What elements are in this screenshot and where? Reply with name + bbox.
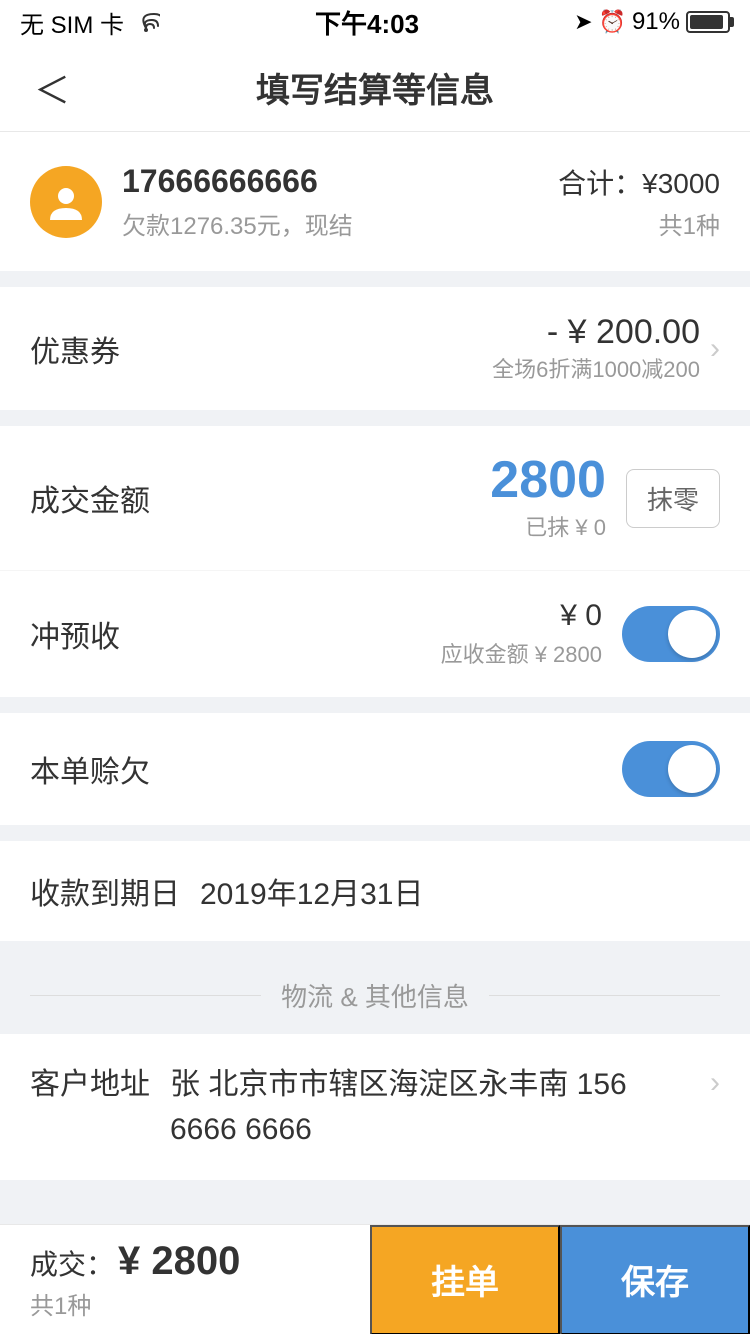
coupon-amount: - ¥ 200.00 bbox=[492, 313, 700, 352]
customer-phone: 17666666666 bbox=[122, 163, 353, 200]
address-value: 张 北京市市辖区海淀区永丰南 156 6666 6666 bbox=[170, 1062, 700, 1152]
footer-amount: ¥ 2800 bbox=[118, 1239, 240, 1284]
page-title: 填写结算等信息 bbox=[256, 63, 494, 112]
coupon-right: - ¥ 200.00 全场6折满1000减200 › bbox=[492, 313, 720, 384]
customer-card: 17666666666 欠款1276.35元，现结 合计：¥3000 共1种 bbox=[0, 132, 750, 271]
location-icon: ➤ bbox=[574, 9, 592, 35]
customer-debt: 欠款1276.35元，现结 bbox=[122, 206, 353, 241]
transaction-right: 2800 已抹 ¥ 0 抹零 bbox=[490, 454, 720, 542]
footer-bar: 成交： ¥ 2800 共1种 挂单 保存 bbox=[0, 1224, 750, 1334]
address-row[interactable]: 客户地址 张 北京市市辖区海淀区永丰南 156 6666 6666 › bbox=[0, 1034, 750, 1180]
prepay-row: 冲预收 ¥ 0 应收金额 ¥ 2800 bbox=[0, 571, 750, 697]
due-date-row: 收款到期日 2019年12月31日 bbox=[0, 841, 750, 941]
customer-info: 17666666666 欠款1276.35元，现结 bbox=[122, 163, 353, 241]
customer-right: 合计：¥3000 共1种 bbox=[558, 162, 720, 241]
status-time: 下午4:03 bbox=[315, 4, 419, 41]
round-button[interactable]: 抹零 bbox=[626, 469, 720, 528]
toggle-knob bbox=[668, 610, 716, 658]
customer-total: 合计：¥3000 bbox=[558, 162, 720, 202]
due-date-label: 收款到期日 bbox=[30, 869, 180, 913]
prepay-label: 冲预收 bbox=[30, 612, 120, 656]
coupon-row[interactable]: 优惠券 - ¥ 200.00 全场6折满1000减200 › bbox=[0, 287, 750, 410]
address-chevron-icon: › bbox=[710, 1066, 720, 1100]
transaction-amount-wrap: 2800 已抹 ¥ 0 bbox=[490, 454, 606, 542]
nav-bar: ＜ 填写结算等信息 bbox=[0, 44, 750, 132]
status-right: ➤ ⏰ 91% bbox=[574, 8, 730, 36]
alarm-icon: ⏰ bbox=[599, 9, 626, 35]
avatar bbox=[30, 166, 102, 238]
debt-toggle[interactable] bbox=[622, 741, 720, 797]
prepay-amount: ¥ 0 bbox=[441, 599, 602, 633]
debt-row: 本单赊欠 bbox=[0, 713, 750, 825]
save-button[interactable]: 保存 bbox=[560, 1225, 750, 1334]
debt-label: 本单赊欠 bbox=[30, 747, 150, 791]
prepay-right: ¥ 0 应收金额 ¥ 2800 bbox=[441, 599, 720, 669]
transaction-sub: 已抹 ¥ 0 bbox=[490, 510, 606, 542]
carrier-label: 无 SIM 卡 bbox=[20, 5, 124, 40]
footer-label: 成交： bbox=[30, 1243, 114, 1283]
transaction-row: 成交金额 2800 已抹 ¥ 0 抹零 bbox=[0, 426, 750, 571]
avatar-icon bbox=[46, 182, 86, 222]
status-left: 无 SIM 卡 bbox=[20, 5, 160, 40]
hold-button[interactable]: 挂单 bbox=[370, 1225, 560, 1334]
status-bar: 无 SIM 卡 下午4:03 ➤ ⏰ 91% bbox=[0, 0, 750, 44]
footer-info: 成交： ¥ 2800 共1种 bbox=[0, 1239, 370, 1321]
transaction-section: 成交金额 2800 已抹 ¥ 0 抹零 冲预收 ¥ 0 应收金额 ¥ 2800 bbox=[0, 426, 750, 697]
chevron-right-icon: › bbox=[710, 332, 720, 366]
debt-toggle-knob bbox=[668, 745, 716, 793]
content-area: 17666666666 欠款1276.35元，现结 合计：¥3000 共1种 优… bbox=[0, 132, 750, 1300]
divider-line-right bbox=[489, 995, 720, 996]
back-button[interactable]: ＜ bbox=[24, 52, 80, 124]
divider-section: 物流 & 其他信息 bbox=[0, 957, 750, 1034]
prepay-amount-wrap: ¥ 0 应收金额 ¥ 2800 bbox=[441, 599, 602, 669]
divider-line-left bbox=[30, 995, 261, 996]
battery-percent: 91% bbox=[632, 8, 680, 36]
coupon-desc: 全场6折满1000减200 bbox=[492, 352, 700, 384]
due-date-value: 2019年12月31日 bbox=[200, 869, 423, 913]
coupon-label: 优惠券 bbox=[30, 327, 120, 371]
divider-text: 物流 & 其他信息 bbox=[281, 977, 469, 1014]
address-label: 客户地址 bbox=[30, 1062, 150, 1107]
customer-count: 共1种 bbox=[558, 206, 720, 241]
transaction-label: 成交金额 bbox=[30, 476, 150, 520]
wifi-icon bbox=[132, 12, 160, 32]
prepay-toggle[interactable] bbox=[622, 606, 720, 662]
customer-left: 17666666666 欠款1276.35元，现结 bbox=[30, 163, 353, 241]
battery-icon bbox=[686, 11, 730, 33]
transaction-amount: 2800 bbox=[490, 454, 606, 506]
prepay-sub: 应收金额 ¥ 2800 bbox=[441, 637, 602, 669]
footer-count: 共1种 bbox=[30, 1286, 340, 1321]
